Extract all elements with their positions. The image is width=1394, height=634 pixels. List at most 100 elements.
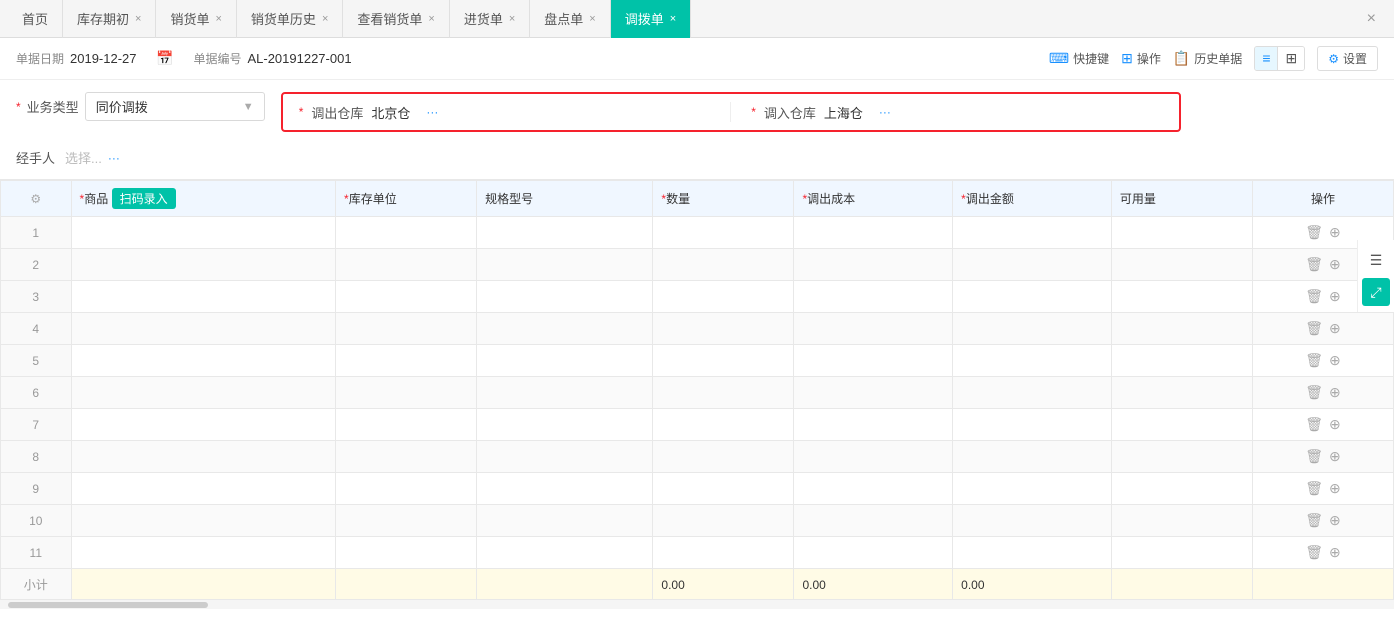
product-cell[interactable] <box>71 473 335 505</box>
delete-icon[interactable]: 🗑 <box>1305 544 1323 561</box>
copy-icon[interactable]: ⊕ <box>1329 352 1341 369</box>
scroll-bar[interactable] <box>0 599 1394 609</box>
delete-icon[interactable]: 🗑 <box>1305 416 1323 433</box>
col-settings-header[interactable]: ⚙ <box>1 181 72 217</box>
amount-cell[interactable] <box>953 377 1112 409</box>
calendar-icon[interactable]: 📅 <box>156 50 173 67</box>
history-btn[interactable]: 📋 历史单据 <box>1173 50 1242 67</box>
cost-cell[interactable] <box>794 505 953 537</box>
qty-cell[interactable] <box>653 345 794 377</box>
qty-cell[interactable] <box>653 377 794 409</box>
cost-cell[interactable] <box>794 249 953 281</box>
delete-icon[interactable]: 🗑 <box>1305 512 1323 529</box>
settings-button[interactable]: ⚙ 设置 <box>1317 46 1378 71</box>
copy-icon[interactable]: ⊕ <box>1329 480 1341 497</box>
close-all-tabs-button[interactable]: × <box>1357 10 1386 28</box>
unit-cell[interactable] <box>336 281 477 313</box>
amount-cell[interactable] <box>953 313 1112 345</box>
product-cell[interactable] <box>71 313 335 345</box>
delete-icon[interactable]: 🗑 <box>1305 224 1323 241</box>
person-select[interactable]: 选择... ··· <box>65 148 120 167</box>
amount-cell[interactable] <box>953 281 1112 313</box>
delete-icon[interactable]: 🗑 <box>1305 320 1323 337</box>
copy-icon[interactable]: ⊕ <box>1329 416 1341 433</box>
qty-cell[interactable] <box>653 217 794 249</box>
unit-cell[interactable] <box>336 377 477 409</box>
layout-list-btn[interactable]: ≡ <box>1255 47 1278 70</box>
unit-cell[interactable] <box>336 409 477 441</box>
out-warehouse-more-btn[interactable]: ··· <box>426 105 438 119</box>
business-type-dropdown[interactable]: 同价调拨 ▼ <box>85 92 265 121</box>
cost-cell[interactable] <box>794 377 953 409</box>
tab-sales-history[interactable]: 销货单历史 × <box>237 0 343 38</box>
close-tab-sales-history[interactable]: × <box>322 13 328 25</box>
delete-icon[interactable]: 🗑 <box>1305 384 1323 401</box>
close-tab-inventory-init[interactable]: × <box>135 13 141 25</box>
product-cell[interactable] <box>71 217 335 249</box>
spec-cell[interactable] <box>477 441 653 473</box>
spec-cell[interactable] <box>477 409 653 441</box>
copy-icon[interactable]: ⊕ <box>1329 384 1341 401</box>
amount-cell[interactable] <box>953 217 1112 249</box>
product-cell[interactable] <box>71 409 335 441</box>
spec-cell[interactable] <box>477 473 653 505</box>
person-more-btn[interactable]: ··· <box>108 151 120 165</box>
tab-inventory-init[interactable]: 库存期初 × <box>63 0 156 38</box>
spec-cell[interactable] <box>477 217 653 249</box>
copy-icon[interactable]: ⊕ <box>1329 448 1341 465</box>
cost-cell[interactable] <box>794 409 953 441</box>
unit-cell[interactable] <box>336 249 477 281</box>
amount-cell[interactable] <box>953 345 1112 377</box>
tab-inventory[interactable]: 盘点单 × <box>530 0 610 38</box>
unit-cell[interactable] <box>336 217 477 249</box>
close-tab-purchase[interactable]: × <box>509 13 515 25</box>
cost-cell[interactable] <box>794 217 953 249</box>
unit-cell[interactable] <box>336 313 477 345</box>
qty-cell[interactable] <box>653 281 794 313</box>
operation-btn[interactable]: ⊞ 操作 <box>1121 50 1161 67</box>
spec-cell[interactable] <box>477 313 653 345</box>
amount-cell[interactable] <box>953 505 1112 537</box>
unit-cell[interactable] <box>336 441 477 473</box>
qty-cell[interactable] <box>653 505 794 537</box>
copy-icon[interactable]: ⊕ <box>1329 256 1341 273</box>
spec-cell[interactable] <box>477 377 653 409</box>
copy-icon[interactable]: ⊕ <box>1329 224 1341 241</box>
sidebar-expand-icon[interactable]: ⤢ <box>1362 278 1390 306</box>
copy-icon[interactable]: ⊕ <box>1329 512 1341 529</box>
product-cell[interactable] <box>71 249 335 281</box>
cost-cell[interactable] <box>794 345 953 377</box>
amount-cell[interactable] <box>953 249 1112 281</box>
spec-cell[interactable] <box>477 505 653 537</box>
cost-cell[interactable] <box>794 441 953 473</box>
amount-cell[interactable] <box>953 409 1112 441</box>
amount-cell[interactable] <box>953 473 1112 505</box>
layout-grid-btn[interactable]: ⊞ <box>1278 47 1304 70</box>
in-warehouse-more-btn[interactable]: ··· <box>879 105 891 119</box>
cost-cell[interactable] <box>794 281 953 313</box>
delete-icon[interactable]: 🗑 <box>1305 480 1323 497</box>
unit-cell[interactable] <box>336 505 477 537</box>
copy-icon[interactable]: ⊕ <box>1329 320 1341 337</box>
spec-cell[interactable] <box>477 345 653 377</box>
tab-transfer[interactable]: 调拨单 × <box>611 0 691 38</box>
cost-cell[interactable] <box>794 313 953 345</box>
copy-icon[interactable]: ⊕ <box>1329 544 1341 561</box>
delete-icon[interactable]: 🗑 <box>1305 448 1323 465</box>
spec-cell[interactable] <box>477 249 653 281</box>
amount-cell[interactable] <box>953 441 1112 473</box>
delete-icon[interactable]: 🗑 <box>1305 288 1323 305</box>
close-tab-inventory[interactable]: × <box>589 13 595 25</box>
qty-cell[interactable] <box>653 409 794 441</box>
product-cell[interactable] <box>71 505 335 537</box>
product-cell[interactable] <box>71 345 335 377</box>
cost-cell[interactable] <box>794 473 953 505</box>
qty-cell[interactable] <box>653 441 794 473</box>
product-cell[interactable] <box>71 377 335 409</box>
spec-cell[interactable] <box>477 281 653 313</box>
tab-view-sales[interactable]: 查看销货单 × <box>343 0 449 38</box>
qty-cell[interactable] <box>653 473 794 505</box>
delete-icon[interactable]: 🗑 <box>1305 256 1323 273</box>
tab-home[interactable]: 首页 <box>8 0 63 38</box>
sidebar-list-icon[interactable]: ☰ <box>1362 246 1390 274</box>
